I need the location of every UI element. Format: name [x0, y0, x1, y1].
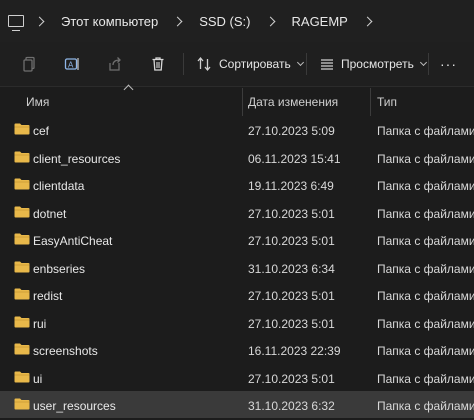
- file-date: 27.10.2023 5:09: [248, 124, 335, 138]
- toolbar-divider: [428, 53, 429, 75]
- file-name: rui: [33, 316, 47, 331]
- file-type: Папка с файлами: [377, 371, 474, 386]
- chevron-right-icon[interactable]: [34, 16, 45, 26]
- folder-icon: [14, 398, 30, 410]
- folder-icon: [14, 233, 30, 245]
- file-type: Папка с файлами: [377, 206, 474, 221]
- file-type: Папка с файлами: [377, 124, 474, 138]
- file-date: 27.10.2023 5:01: [248, 234, 335, 248]
- folder-icon: [14, 371, 30, 382]
- file-name: dotnet: [33, 206, 67, 221]
- breadcrumb-item-ragemp[interactable]: RAGEMP: [288, 14, 352, 29]
- chevron-right-icon[interactable]: [362, 16, 373, 26]
- folder-icon: [14, 261, 30, 272]
- copy-icon[interactable]: [22, 56, 38, 72]
- file-name: cef: [33, 124, 50, 138]
- file-row[interactable]: screenshots 16.11.2023 22:39 Папка с файла…: [0, 336, 474, 363]
- column-header-date[interactable]: Дата изменения: [248, 95, 338, 109]
- svg-text:A: A: [68, 61, 74, 70]
- file-row[interactable]: clientdata 19.11.2023 6:49 Папка с файлами: [0, 171, 474, 198]
- column-header-bar: Имя Дата изменения Тип: [0, 84, 474, 116]
- file-name: enbseries: [33, 261, 86, 276]
- rename-icon[interactable]: A: [64, 56, 80, 72]
- file-name: EasyAntiCheat: [33, 234, 113, 248]
- file-date: 31.10.2023 6:34: [248, 261, 335, 276]
- folder-icon: [14, 288, 30, 300]
- file-type: Папка с файлами: [377, 316, 474, 331]
- view-button[interactable]: Просмотреть: [319, 54, 427, 74]
- sort-icon: [197, 56, 211, 72]
- folder-icon: [14, 316, 30, 327]
- column-header-name[interactable]: Имя: [26, 95, 49, 109]
- toolbar-divider: [183, 53, 184, 75]
- chevron-right-icon[interactable]: [172, 16, 183, 26]
- breadcrumb-item-ssd[interactable]: SSD (S:): [195, 14, 254, 29]
- file-date: 27.10.2023 5:01: [248, 206, 335, 221]
- file-date: 19.11.2023 6:49: [248, 179, 334, 193]
- folder-icon: [14, 151, 30, 162]
- chevron-down-icon: [296, 58, 304, 67]
- file-row[interactable]: EasyAntiCheat 27.10.2023 5:01 Папка с файл…: [0, 226, 474, 253]
- column-header-type[interactable]: Тип: [377, 95, 397, 109]
- command-bar: A Сортировать Просмотреть ···: [0, 42, 474, 87]
- folder-icon: [14, 123, 30, 135]
- file-date: 27.10.2023 5:01: [248, 316, 335, 331]
- file-row[interactable]: rui 27.10.2023 5:01 Папка с файлами: [0, 309, 474, 336]
- chevron-down-icon: [419, 58, 427, 67]
- file-date: 16.11.2023 22:39: [248, 344, 341, 358]
- sort-button[interactable]: Сортировать: [196, 54, 304, 74]
- delete-icon[interactable]: [150, 56, 166, 72]
- toolbar-divider: [306, 53, 307, 75]
- share-icon[interactable]: [107, 56, 123, 72]
- column-resize-handle[interactable]: [242, 88, 243, 116]
- file-row[interactable]: user_resources 31.10.2023 6:32 Папка с фай…: [0, 391, 474, 418]
- file-type: Папка с файлами: [377, 399, 474, 413]
- folder-icon: [14, 178, 30, 190]
- file-name: clientdata: [33, 179, 85, 193]
- file-row[interactable]: redist 27.10.2023 5:01 Папка с файлами: [0, 281, 474, 308]
- file-row[interactable]: ui 27.10.2023 5:01 Папка с файлами: [0, 364, 474, 391]
- file-name: client_resources: [33, 151, 121, 166]
- file-date: 27.10.2023 5:01: [248, 371, 335, 386]
- file-type: Папка с файлами: [377, 234, 474, 248]
- file-name: redist: [33, 289, 63, 303]
- computer-icon[interactable]: [8, 15, 24, 31]
- file-name: screenshots: [33, 344, 98, 358]
- breadcrumb: Этот компьютер SSD (S:) RAGEMP: [0, 0, 474, 42]
- folder-icon: [14, 206, 30, 217]
- file-type: Папка с файлами: [377, 261, 474, 276]
- file-date: 31.10.2023 6:32: [248, 399, 335, 413]
- chevron-right-icon[interactable]: [265, 16, 275, 26]
- file-row[interactable]: cef 27.10.2023 5:09 Папка с файлами: [0, 116, 474, 143]
- file-type: Папка с файлами: [377, 289, 474, 303]
- folder-icon: [14, 343, 30, 355]
- file-row[interactable]: enbseries 31.10.2023 6:34 Папка с файлами: [0, 254, 474, 281]
- file-type: Папка с файлами: [377, 344, 474, 358]
- sort-ascending-icon: [123, 84, 134, 95]
- column-resize-handle[interactable]: [370, 88, 371, 116]
- file-row[interactable]: dotnet 27.10.2023 5:01 Папка с файлами: [0, 199, 474, 226]
- file-name: user_resources: [33, 399, 116, 413]
- file-type: Папка с файлами: [377, 179, 474, 193]
- file-type: Папка с файлами: [377, 151, 474, 166]
- file-date: 27.10.2023 5:01: [248, 289, 335, 303]
- file-row[interactable]: client_resources 06.11.2023 15:41 Папка с …: [0, 144, 474, 171]
- file-date: 06.11.2023 15:41: [248, 151, 341, 166]
- breadcrumb-item-this-pc[interactable]: Этот компьютер: [57, 14, 162, 29]
- more-options-button[interactable]: ···: [440, 54, 457, 74]
- view-list-icon: [321, 59, 333, 70]
- file-name: ui: [33, 371, 43, 386]
